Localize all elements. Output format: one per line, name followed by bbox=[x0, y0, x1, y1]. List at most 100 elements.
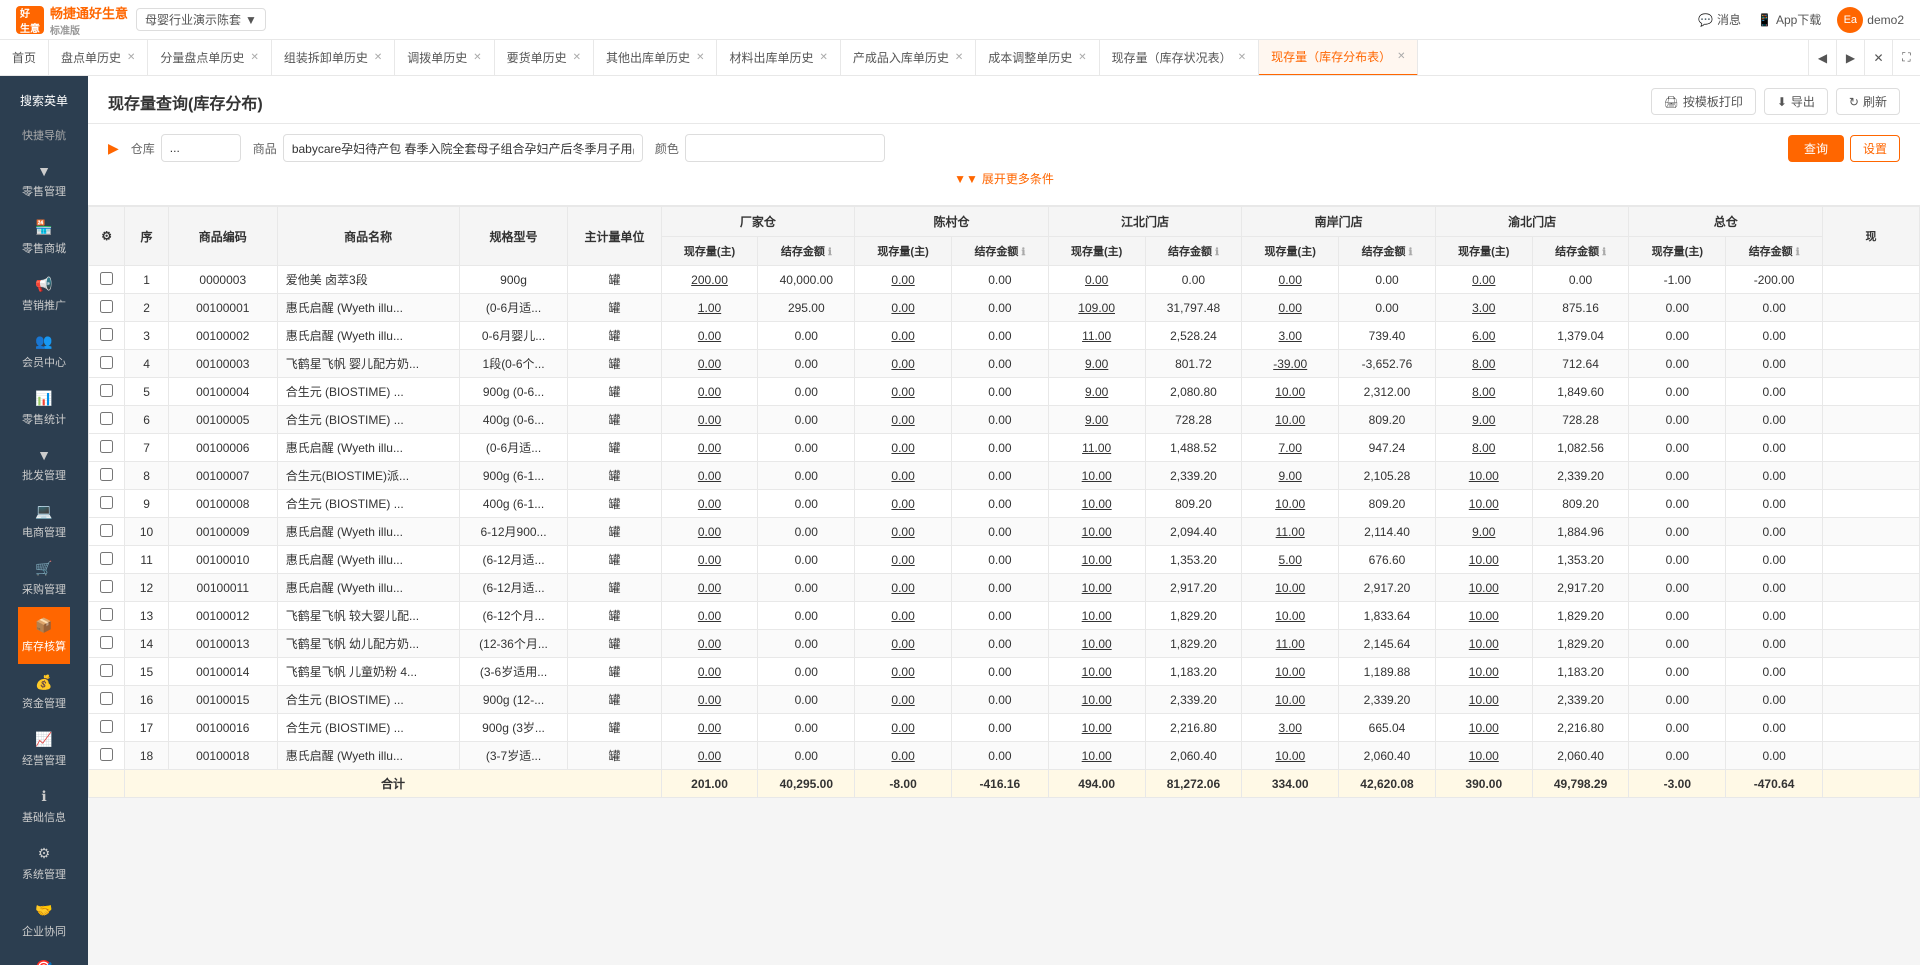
sidebar-item-11[interactable]: ℹ基础信息 bbox=[18, 778, 70, 835]
sidebar-item-10[interactable]: 📈经营管理 bbox=[18, 721, 70, 778]
tabs-close-btn[interactable]: ✕ bbox=[1864, 40, 1892, 76]
row-yb-qty[interactable]: 9.00 bbox=[1435, 406, 1532, 434]
row-f-qty[interactable]: 0.00 bbox=[661, 602, 758, 630]
row-checkbox[interactable] bbox=[89, 350, 125, 378]
row-na-qty[interactable]: 0.00 bbox=[1242, 266, 1339, 294]
row-c-qty[interactable]: 0.00 bbox=[855, 518, 952, 546]
row-f-qty[interactable]: 0.00 bbox=[661, 574, 758, 602]
row-yb-qty[interactable]: 10.00 bbox=[1435, 630, 1532, 658]
row-jb-qty[interactable]: 10.00 bbox=[1048, 658, 1145, 686]
sidebar-item-1[interactable]: 🏪零售商城 bbox=[18, 209, 70, 266]
tab-item-2[interactable]: 组装拆卸单历史✕ bbox=[272, 40, 395, 76]
row-checkbox[interactable] bbox=[89, 490, 125, 518]
row-jb-qty[interactable]: 10.00 bbox=[1048, 546, 1145, 574]
th-settings[interactable]: ⚙ bbox=[89, 207, 125, 266]
row-jb-qty[interactable]: 10.00 bbox=[1048, 602, 1145, 630]
row-f-qty[interactable]: 0.00 bbox=[661, 462, 758, 490]
row-yb-qty[interactable]: 8.00 bbox=[1435, 434, 1532, 462]
row-na-qty[interactable]: 10.00 bbox=[1242, 490, 1339, 518]
user-area[interactable]: Ea demo2 bbox=[1837, 7, 1904, 33]
row-checkbox[interactable] bbox=[89, 406, 125, 434]
sidebar-item-12[interactable]: ⚙系统管理 bbox=[18, 835, 70, 892]
tab-close-icon[interactable]: ✕ bbox=[1238, 52, 1246, 63]
row-jb-qty[interactable]: 9.00 bbox=[1048, 350, 1145, 378]
sidebar-item-3[interactable]: 👥会员中心 bbox=[18, 323, 70, 380]
row-yb-qty[interactable]: 0.00 bbox=[1435, 266, 1532, 294]
row-jb-qty[interactable]: 10.00 bbox=[1048, 742, 1145, 770]
row-na-qty[interactable]: 10.00 bbox=[1242, 574, 1339, 602]
warehouse-input[interactable] bbox=[161, 134, 241, 162]
goods-input[interactable] bbox=[283, 134, 643, 162]
row-na-qty[interactable]: 10.00 bbox=[1242, 742, 1339, 770]
tabs-prev-btn[interactable]: ◀ bbox=[1808, 40, 1836, 76]
sidebar-item-6[interactable]: 💻电商管理 bbox=[18, 493, 70, 550]
row-jb-qty[interactable]: 10.00 bbox=[1048, 574, 1145, 602]
row-yb-qty[interactable]: 8.00 bbox=[1435, 378, 1532, 406]
sidebar-item-0[interactable]: ▼零售管理 bbox=[18, 153, 70, 209]
tab-close-icon[interactable]: ✕ bbox=[473, 52, 481, 63]
query-btn[interactable]: 查询 bbox=[1788, 135, 1844, 162]
row-na-qty[interactable]: 9.00 bbox=[1242, 462, 1339, 490]
row-c-qty[interactable]: 0.00 bbox=[855, 742, 952, 770]
row-f-qty[interactable]: 0.00 bbox=[661, 518, 758, 546]
row-jb-qty[interactable]: 0.00 bbox=[1048, 266, 1145, 294]
row-c-qty[interactable]: 0.00 bbox=[855, 546, 952, 574]
row-f-qty[interactable]: 0.00 bbox=[661, 658, 758, 686]
sidebar-search[interactable]: 搜索英单 bbox=[0, 84, 88, 117]
row-jb-qty[interactable]: 11.00 bbox=[1048, 434, 1145, 462]
row-f-qty[interactable]: 0.00 bbox=[661, 686, 758, 714]
color-input[interactable] bbox=[685, 134, 885, 162]
message-btn[interactable]: 💬 消息 bbox=[1698, 11, 1741, 28]
tab-item-7[interactable]: 产成品入库单历史✕ bbox=[841, 40, 976, 76]
row-f-qty[interactable]: 0.00 bbox=[661, 490, 758, 518]
row-yb-qty[interactable]: 3.00 bbox=[1435, 294, 1532, 322]
row-na-qty[interactable]: 5.00 bbox=[1242, 546, 1339, 574]
row-checkbox[interactable] bbox=[89, 378, 125, 406]
app-download-btn[interactable]: 📱 App下载 bbox=[1757, 11, 1821, 28]
sidebar-item-2[interactable]: 📢营销推广 bbox=[18, 266, 70, 323]
row-na-qty[interactable]: 10.00 bbox=[1242, 602, 1339, 630]
tab-item-8[interactable]: 成本调整单历史✕ bbox=[976, 40, 1099, 76]
row-f-qty[interactable]: 0.00 bbox=[661, 546, 758, 574]
table-wrapper[interactable]: ⚙ 序 商品编码 商品名称 规格型号 主计量单位 厂家仓 陈村仓 江北门店 南岸… bbox=[88, 206, 1920, 965]
tab-close-icon[interactable]: ✕ bbox=[696, 52, 704, 63]
row-yb-qty[interactable]: 9.00 bbox=[1435, 518, 1532, 546]
sidebar-item-4[interactable]: 📊零售统计 bbox=[18, 380, 70, 437]
row-jb-qty[interactable]: 9.00 bbox=[1048, 378, 1145, 406]
row-na-qty[interactable]: 11.00 bbox=[1242, 630, 1339, 658]
sidebar-item-7[interactable]: 🛒采购管理 bbox=[18, 550, 70, 607]
tab-home[interactable]: 首页 bbox=[0, 40, 49, 76]
row-c-qty[interactable]: 0.00 bbox=[855, 294, 952, 322]
row-na-qty[interactable]: 10.00 bbox=[1242, 378, 1339, 406]
row-checkbox[interactable] bbox=[89, 322, 125, 350]
row-checkbox[interactable] bbox=[89, 434, 125, 462]
row-yb-qty[interactable]: 10.00 bbox=[1435, 546, 1532, 574]
tabs-next-btn[interactable]: ▶ bbox=[1836, 40, 1864, 76]
tab-close-icon[interactable]: ✕ bbox=[1397, 51, 1405, 62]
row-yb-qty[interactable]: 10.00 bbox=[1435, 490, 1532, 518]
row-c-qty[interactable]: 0.00 bbox=[855, 714, 952, 742]
row-checkbox[interactable] bbox=[89, 518, 125, 546]
company-selector[interactable]: 母婴行业演示陈套 ▼ bbox=[136, 8, 266, 31]
row-f-qty[interactable]: 0.00 bbox=[661, 742, 758, 770]
row-checkbox[interactable] bbox=[89, 574, 125, 602]
row-checkbox[interactable] bbox=[89, 742, 125, 770]
row-na-qty[interactable]: 10.00 bbox=[1242, 686, 1339, 714]
row-jb-qty[interactable]: 10.00 bbox=[1048, 490, 1145, 518]
row-checkbox[interactable] bbox=[89, 602, 125, 630]
row-yb-qty[interactable]: 6.00 bbox=[1435, 322, 1532, 350]
sidebar-item-13[interactable]: 🤝企业协同 bbox=[18, 892, 70, 949]
row-na-qty[interactable]: 7.00 bbox=[1242, 434, 1339, 462]
sidebar-item-5[interactable]: ▼批发管理 bbox=[18, 437, 70, 493]
row-checkbox[interactable] bbox=[89, 686, 125, 714]
row-f-qty[interactable]: 0.00 bbox=[661, 350, 758, 378]
row-c-qty[interactable]: 0.00 bbox=[855, 378, 952, 406]
filter-toggle-icon[interactable]: ▶ bbox=[108, 140, 119, 157]
tab-close-icon[interactable]: ✕ bbox=[127, 52, 135, 63]
setting-btn[interactable]: 设置 bbox=[1850, 135, 1900, 162]
row-f-qty[interactable]: 0.00 bbox=[661, 406, 758, 434]
row-checkbox[interactable] bbox=[89, 294, 125, 322]
row-checkbox[interactable] bbox=[89, 266, 125, 294]
row-na-qty[interactable]: 11.00 bbox=[1242, 518, 1339, 546]
row-na-qty[interactable]: 10.00 bbox=[1242, 406, 1339, 434]
